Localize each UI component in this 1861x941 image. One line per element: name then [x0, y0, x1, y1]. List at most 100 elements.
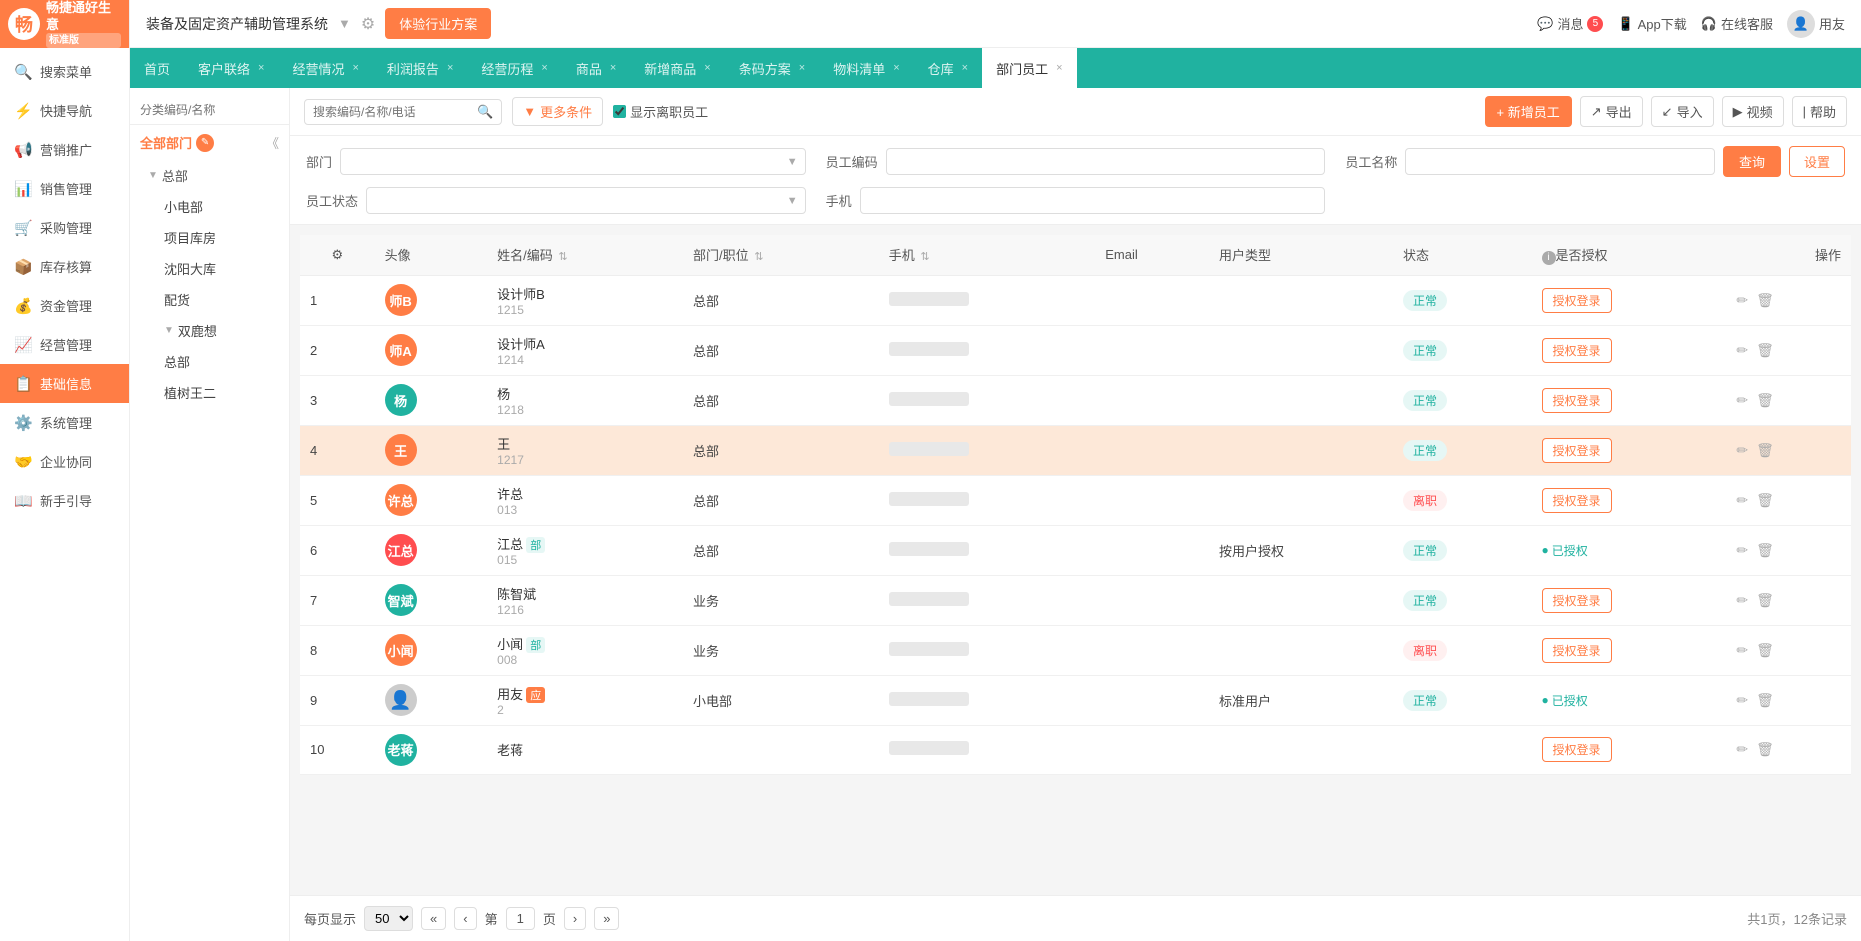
- dept-item-配货[interactable]: 配货: [138, 284, 289, 315]
- auth-login-btn[interactable]: 授权登录: [1542, 737, 1612, 762]
- nav-tab-新增商品[interactable]: 新增商品×: [630, 48, 724, 88]
- th-dept[interactable]: 部门/职位 ⇅: [683, 235, 879, 275]
- collapse-icon[interactable]: 《: [266, 133, 279, 152]
- emp-code-input[interactable]: [886, 148, 1326, 175]
- sidebar-item-营销推广[interactable]: 📢营销推广: [0, 130, 129, 169]
- search-btn[interactable]: 查询: [1723, 146, 1781, 177]
- nav-tab-仓库[interactable]: 仓库×: [914, 48, 982, 88]
- dept-item-双鹿想[interactable]: ▼双鹿想: [138, 315, 289, 346]
- dept-item-小电部[interactable]: 小电部: [138, 191, 289, 222]
- edit-icon[interactable]: ✏: [1736, 442, 1748, 459]
- nav-tab-条码方案[interactable]: 条码方案×: [725, 48, 819, 88]
- delete-icon[interactable]: 🗑: [1756, 642, 1774, 659]
- auth-info-icon[interactable]: i: [1542, 251, 1556, 265]
- dept-select[interactable]: [340, 148, 806, 175]
- tab-close-icon[interactable]: ×: [447, 62, 453, 74]
- dept-item-沈阳大库[interactable]: 沈阳大库: [138, 253, 289, 284]
- th-name[interactable]: 姓名/编码 ⇅: [487, 235, 683, 275]
- more-conditions-btn[interactable]: ▼ 更多条件: [512, 97, 603, 126]
- auth-login-btn[interactable]: 授权登录: [1542, 288, 1612, 313]
- tab-close-icon[interactable]: ×: [962, 62, 968, 74]
- edit-icon[interactable]: ✏: [1736, 741, 1748, 758]
- delete-icon[interactable]: 🗑: [1756, 442, 1774, 459]
- settings-btn[interactable]: 设置: [1789, 146, 1845, 177]
- sidebar-item-新手引导[interactable]: 📖新手引导: [0, 481, 129, 520]
- next-page-btn[interactable]: ›: [564, 907, 586, 930]
- sidebar-item-采购管理[interactable]: 🛒采购管理: [0, 208, 129, 247]
- prev-page-btn[interactable]: ‹: [454, 907, 476, 930]
- dept-item-植树王二[interactable]: 植树王二: [138, 377, 289, 408]
- edit-icon[interactable]: ✏: [1736, 342, 1748, 359]
- tab-close-icon[interactable]: ×: [352, 62, 358, 74]
- tab-close-icon[interactable]: ×: [799, 62, 805, 74]
- auth-login-btn[interactable]: 授权登录: [1542, 588, 1612, 613]
- table-settings-icon[interactable]: ⚙: [331, 247, 343, 262]
- dept-edit-icon[interactable]: ✎: [196, 134, 214, 152]
- name-sort-icon[interactable]: ⇅: [558, 251, 567, 263]
- sidebar-item-企业协同[interactable]: 🤝企业协同: [0, 442, 129, 481]
- add-employee-btn[interactable]: + 新增员工: [1485, 96, 1572, 127]
- employee-search-input[interactable]: [313, 105, 473, 119]
- auth-login-btn[interactable]: 授权登录: [1542, 388, 1612, 413]
- edit-icon[interactable]: ✏: [1736, 492, 1748, 509]
- delete-icon[interactable]: 🗑: [1756, 542, 1774, 559]
- auth-login-btn[interactable]: 授权登录: [1542, 338, 1612, 363]
- app-download-btn[interactable]: 📱 App下载: [1617, 14, 1686, 33]
- sidebar-item-系统管理[interactable]: ⚙️系统管理: [0, 403, 129, 442]
- nav-tab-经营情况[interactable]: 经营情况×: [278, 48, 372, 88]
- sidebar-item-搜索菜单[interactable]: 🔍搜索菜单: [0, 52, 129, 91]
- delete-icon[interactable]: 🗑: [1756, 342, 1774, 359]
- emp-status-select[interactable]: [366, 187, 806, 214]
- th-phone[interactable]: 手机 ⇅: [879, 235, 1095, 275]
- sidebar-item-销售管理[interactable]: 📊销售管理: [0, 169, 129, 208]
- dept-item-总部[interactable]: 总部: [138, 346, 289, 377]
- sidebar-item-基础信息[interactable]: 📋基础信息: [0, 364, 129, 403]
- sidebar-item-快捷导航[interactable]: ⚡快捷导航: [0, 91, 129, 130]
- tab-close-icon[interactable]: ×: [704, 62, 710, 74]
- resigned-checkbox-input[interactable]: [613, 105, 626, 118]
- nav-tab-商品[interactable]: 商品×: [562, 48, 630, 88]
- export-btn[interactable]: ↗ 导出: [1580, 96, 1643, 127]
- trial-btn[interactable]: 体验行业方案: [385, 8, 491, 39]
- auth-login-btn[interactable]: 授权登录: [1542, 438, 1612, 463]
- show-resigned-checkbox[interactable]: 显示离职员工: [613, 102, 708, 121]
- message-btn[interactable]: 💬 消息 5: [1537, 14, 1603, 33]
- per-page-select[interactable]: 50: [364, 906, 413, 931]
- edit-icon[interactable]: ✏: [1736, 392, 1748, 409]
- th-settings[interactable]: ⚙: [300, 235, 375, 275]
- nav-tab-经营历程[interactable]: 经营历程×: [467, 48, 561, 88]
- nav-tab-部门员工[interactable]: 部门员工×: [982, 48, 1076, 88]
- phone-sort-icon[interactable]: ⇅: [920, 251, 929, 263]
- delete-icon[interactable]: 🗑: [1756, 741, 1774, 758]
- tab-close-icon[interactable]: ×: [893, 62, 899, 74]
- emp-name-input[interactable]: [1405, 148, 1715, 175]
- delete-icon[interactable]: 🗑: [1756, 692, 1774, 709]
- first-page-btn[interactable]: «: [421, 907, 446, 930]
- auth-login-btn[interactable]: 授权登录: [1542, 638, 1612, 663]
- all-dept-header[interactable]: 全部部门 ✎ 《: [130, 125, 289, 160]
- user-area[interactable]: 👤 用友: [1787, 10, 1845, 38]
- tab-close-icon[interactable]: ×: [541, 62, 547, 74]
- sidebar-item-经营管理[interactable]: 📈经营管理: [0, 325, 129, 364]
- edit-icon[interactable]: ✏: [1736, 642, 1748, 659]
- edit-icon[interactable]: ✏: [1736, 692, 1748, 709]
- edit-icon[interactable]: ✏: [1736, 292, 1748, 309]
- auth-login-btn[interactable]: 授权登录: [1542, 488, 1612, 513]
- sidebar-item-库存核算[interactable]: 📦库存核算: [0, 247, 129, 286]
- tree-search-input[interactable]: [140, 103, 295, 117]
- nav-tab-客户联络[interactable]: 客户联络×: [184, 48, 278, 88]
- tab-close-icon[interactable]: ×: [258, 62, 264, 74]
- sidebar-item-资金管理[interactable]: 💰资金管理: [0, 286, 129, 325]
- help-btn[interactable]: | 帮助: [1792, 96, 1847, 127]
- delete-icon[interactable]: 🗑: [1756, 392, 1774, 409]
- tab-close-icon[interactable]: ×: [610, 62, 616, 74]
- phone-input[interactable]: [860, 187, 1326, 214]
- edit-icon[interactable]: ✏: [1736, 592, 1748, 609]
- dept-item-项目库房[interactable]: 项目库房: [138, 222, 289, 253]
- tab-close-icon[interactable]: ×: [1056, 62, 1062, 74]
- last-page-btn[interactable]: »: [594, 907, 619, 930]
- delete-icon[interactable]: 🗑: [1756, 292, 1774, 309]
- delete-icon[interactable]: 🗑: [1756, 492, 1774, 509]
- view-btn[interactable]: ▶ 视频: [1722, 96, 1784, 127]
- import-btn[interactable]: ↙ 导入: [1651, 96, 1714, 127]
